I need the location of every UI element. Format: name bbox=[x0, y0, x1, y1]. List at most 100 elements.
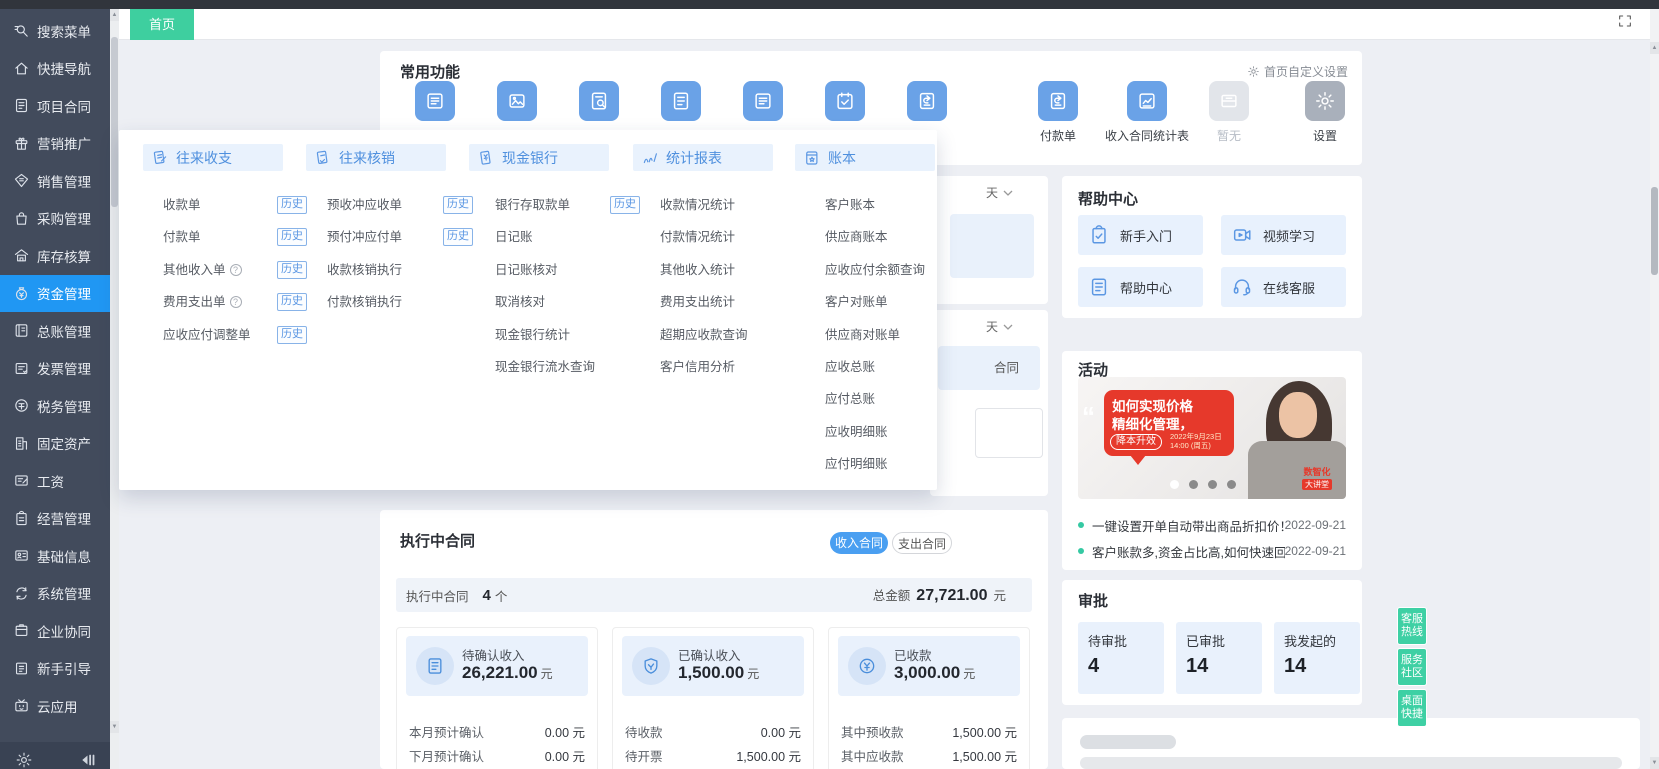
history-badge[interactable]: 历史 bbox=[610, 196, 640, 214]
menu-item[interactable]: 客户账本 bbox=[825, 193, 875, 217]
menu-item[interactable]: 日记账 bbox=[495, 225, 533, 249]
menu-item[interactable]: 客户对账单 bbox=[825, 290, 888, 314]
menu-item[interactable]: 付款单 bbox=[163, 225, 201, 249]
menu-item[interactable]: 应付总账 bbox=[825, 387, 875, 411]
approval-box[interactable]: 待审批 4 bbox=[1078, 622, 1164, 694]
feature-card-arrow-icon[interactable] bbox=[1038, 81, 1078, 121]
menu-item[interactable]: 现金银行统计 bbox=[495, 323, 570, 347]
menu-item[interactable]: 日记账核对 bbox=[495, 258, 558, 282]
menu-item[interactable]: 超期应收款查询 bbox=[660, 323, 748, 347]
menu-item[interactable]: 收款核销执行 bbox=[327, 258, 402, 282]
float-button-0[interactable]: 客服 热线 bbox=[1397, 607, 1427, 645]
menu-item[interactable]: 费用支出单? bbox=[163, 290, 242, 314]
feature-doc-lines-icon[interactable] bbox=[661, 81, 701, 121]
scroll-up-icon[interactable]: ▲ bbox=[110, 9, 119, 21]
promo-banner[interactable]: “ 如何实现价格 精细化管理， 降本升效 2022年9月23日 14:00 (周五… bbox=[1078, 377, 1346, 499]
menu-item[interactable]: 应付明细账 bbox=[825, 452, 888, 476]
scroll-down-icon[interactable]: ▼ bbox=[1650, 757, 1659, 769]
menu-item[interactable]: 供应商对账单 bbox=[825, 323, 900, 347]
sidebar-scrollbar[interactable]: ▲ ▼ bbox=[110, 9, 119, 769]
tab-home[interactable]: 首页 bbox=[130, 9, 194, 40]
sidebar-item-fixed-assets[interactable]: 固定资产 bbox=[0, 425, 110, 463]
sidebar-item-system[interactable]: 系统管理 bbox=[0, 575, 110, 613]
collapse-sidebar-icon[interactable] bbox=[80, 751, 98, 769]
feature-list-icon[interactable] bbox=[415, 81, 455, 121]
help-button-video[interactable]: 视频学习 bbox=[1221, 215, 1346, 255]
help-icon[interactable]: ? bbox=[229, 263, 242, 276]
news-item[interactable]: 客户账款多,资金占比高,如何快速回款！2022-09-21 bbox=[1078, 539, 1346, 563]
menu-item[interactable]: 其他收入单? bbox=[163, 258, 242, 282]
sidebar-item-sales[interactable]: 销售管理 bbox=[0, 162, 110, 200]
sidebar-item-marketing[interactable]: 营销推广 bbox=[0, 125, 110, 163]
sidebar-item-general-ledger[interactable]: 总账管理 bbox=[0, 312, 110, 350]
menu-item[interactable]: 供应商账本 bbox=[825, 225, 888, 249]
sidebar-item-purchase[interactable]: 采购管理 bbox=[0, 200, 110, 238]
help-button-clipboard-check[interactable]: 新手入门 bbox=[1078, 215, 1203, 255]
fullscreen-icon[interactable] bbox=[1617, 13, 1633, 29]
carousel-dots[interactable] bbox=[1170, 480, 1236, 489]
news-item[interactable]: 一键设置开单自动带出商品折扣价！ 2022-09-21 bbox=[1078, 513, 1346, 537]
sidebar-item-quick-nav[interactable]: 快捷导航 bbox=[0, 50, 110, 88]
menu-item[interactable]: 取消核对 bbox=[495, 290, 545, 314]
sidebar-item-inventory[interactable]: 库存核算 bbox=[0, 237, 110, 275]
float-button-2[interactable]: 桌面 快捷 bbox=[1397, 689, 1427, 727]
help-icon[interactable]: ? bbox=[229, 296, 242, 309]
homepage-customize-button[interactable]: 首页自定义设置 bbox=[1247, 63, 1348, 80]
scrollbar-thumb[interactable] bbox=[1651, 187, 1658, 275]
sidebar-item-search-menu[interactable]: 搜索菜单 bbox=[0, 12, 110, 50]
history-badge[interactable]: 历史 bbox=[277, 325, 307, 344]
menu-item[interactable]: 客户信用分析 bbox=[660, 355, 735, 379]
feature-check-board-icon[interactable] bbox=[825, 81, 865, 121]
main-scrollbar[interactable]: ▲ ▼ bbox=[1650, 9, 1659, 769]
menu-item[interactable]: 付款核销执行 bbox=[327, 290, 402, 314]
history-badge[interactable]: 历史 bbox=[443, 228, 473, 247]
sidebar-item-tax[interactable]: 税务管理 bbox=[0, 387, 110, 425]
menu-item[interactable]: 收款情况统计 bbox=[660, 193, 735, 217]
sidebar-item-salary[interactable]: 工资 bbox=[0, 462, 110, 500]
approval-box[interactable]: 我发起的 14 bbox=[1274, 622, 1360, 694]
feature-image-icon[interactable] bbox=[497, 81, 537, 121]
scrollbar-thumb[interactable] bbox=[111, 37, 118, 207]
feature-card-arrow-icon[interactable] bbox=[907, 81, 947, 121]
history-badge[interactable]: 历史 bbox=[443, 196, 473, 214]
menu-item[interactable]: 付款情况统计 bbox=[660, 225, 735, 249]
help-button-headset[interactable]: 在线客服 bbox=[1221, 267, 1346, 307]
scroll-down-icon[interactable]: ▼ bbox=[110, 721, 119, 733]
menu-item[interactable]: 其他收入统计 bbox=[660, 258, 735, 282]
feature-gear-icon[interactable] bbox=[1305, 81, 1345, 121]
period-dropdown[interactable]: 天 bbox=[986, 318, 1013, 335]
feature-chart-doc-icon[interactable] bbox=[1127, 81, 1167, 121]
sidebar-item-invoice[interactable]: 发票管理 bbox=[0, 350, 110, 388]
sidebar-item-base-info[interactable]: 基础信息 bbox=[0, 537, 110, 575]
menu-item[interactable]: 预收冲应收单 bbox=[327, 193, 402, 217]
period-dropdown[interactable]: 天 bbox=[986, 184, 1013, 201]
settings-gear-icon[interactable] bbox=[15, 751, 33, 769]
help-button-doc-lines[interactable]: 帮助中心 bbox=[1078, 267, 1203, 307]
menu-item[interactable]: 现金银行流水查询 bbox=[495, 355, 595, 379]
menu-item[interactable]: 应收总账 bbox=[825, 355, 875, 379]
menu-item[interactable]: 银行存取款单 bbox=[495, 193, 570, 217]
history-badge[interactable]: 历史 bbox=[277, 293, 307, 312]
menu-item[interactable]: 应收应付余额查询 bbox=[825, 258, 925, 282]
history-badge[interactable]: 历史 bbox=[277, 228, 307, 247]
sidebar-item-project-contract[interactable]: 项目合同 bbox=[0, 87, 110, 125]
menu-item[interactable]: 应收明细账 bbox=[825, 420, 888, 444]
sidebar-item-funds[interactable]: 资金管理 bbox=[0, 274, 110, 312]
sidebar-item-operations[interactable]: 经营管理 bbox=[0, 500, 110, 538]
menu-item[interactable]: 应收应付调整单 bbox=[163, 323, 251, 347]
history-badge[interactable]: 历史 bbox=[277, 196, 307, 214]
approval-box[interactable]: 已审批 14 bbox=[1176, 622, 1262, 694]
income-contract-toggle[interactable]: 收入合同 bbox=[830, 532, 888, 554]
history-badge[interactable]: 历史 bbox=[277, 260, 307, 279]
sidebar-item-collaboration[interactable]: 企业协同 bbox=[0, 612, 110, 650]
menu-item[interactable]: 预付冲应付单 bbox=[327, 225, 402, 249]
sidebar-item-cloud-app[interactable]: 云应用 bbox=[0, 687, 110, 725]
feature-calc-search-icon[interactable] bbox=[579, 81, 619, 121]
menu-item[interactable]: 收款单 bbox=[163, 193, 201, 217]
expense-contract-toggle[interactable]: 支出合同 bbox=[892, 532, 952, 554]
menu-item[interactable]: 费用支出统计 bbox=[660, 290, 735, 314]
feature-list-icon[interactable] bbox=[743, 81, 783, 121]
scroll-up-icon[interactable]: ▲ bbox=[1650, 42, 1659, 54]
sidebar-item-newbie-guide[interactable]: 新手引导 bbox=[0, 650, 110, 688]
float-button-1[interactable]: 服务 社区 bbox=[1397, 648, 1427, 686]
